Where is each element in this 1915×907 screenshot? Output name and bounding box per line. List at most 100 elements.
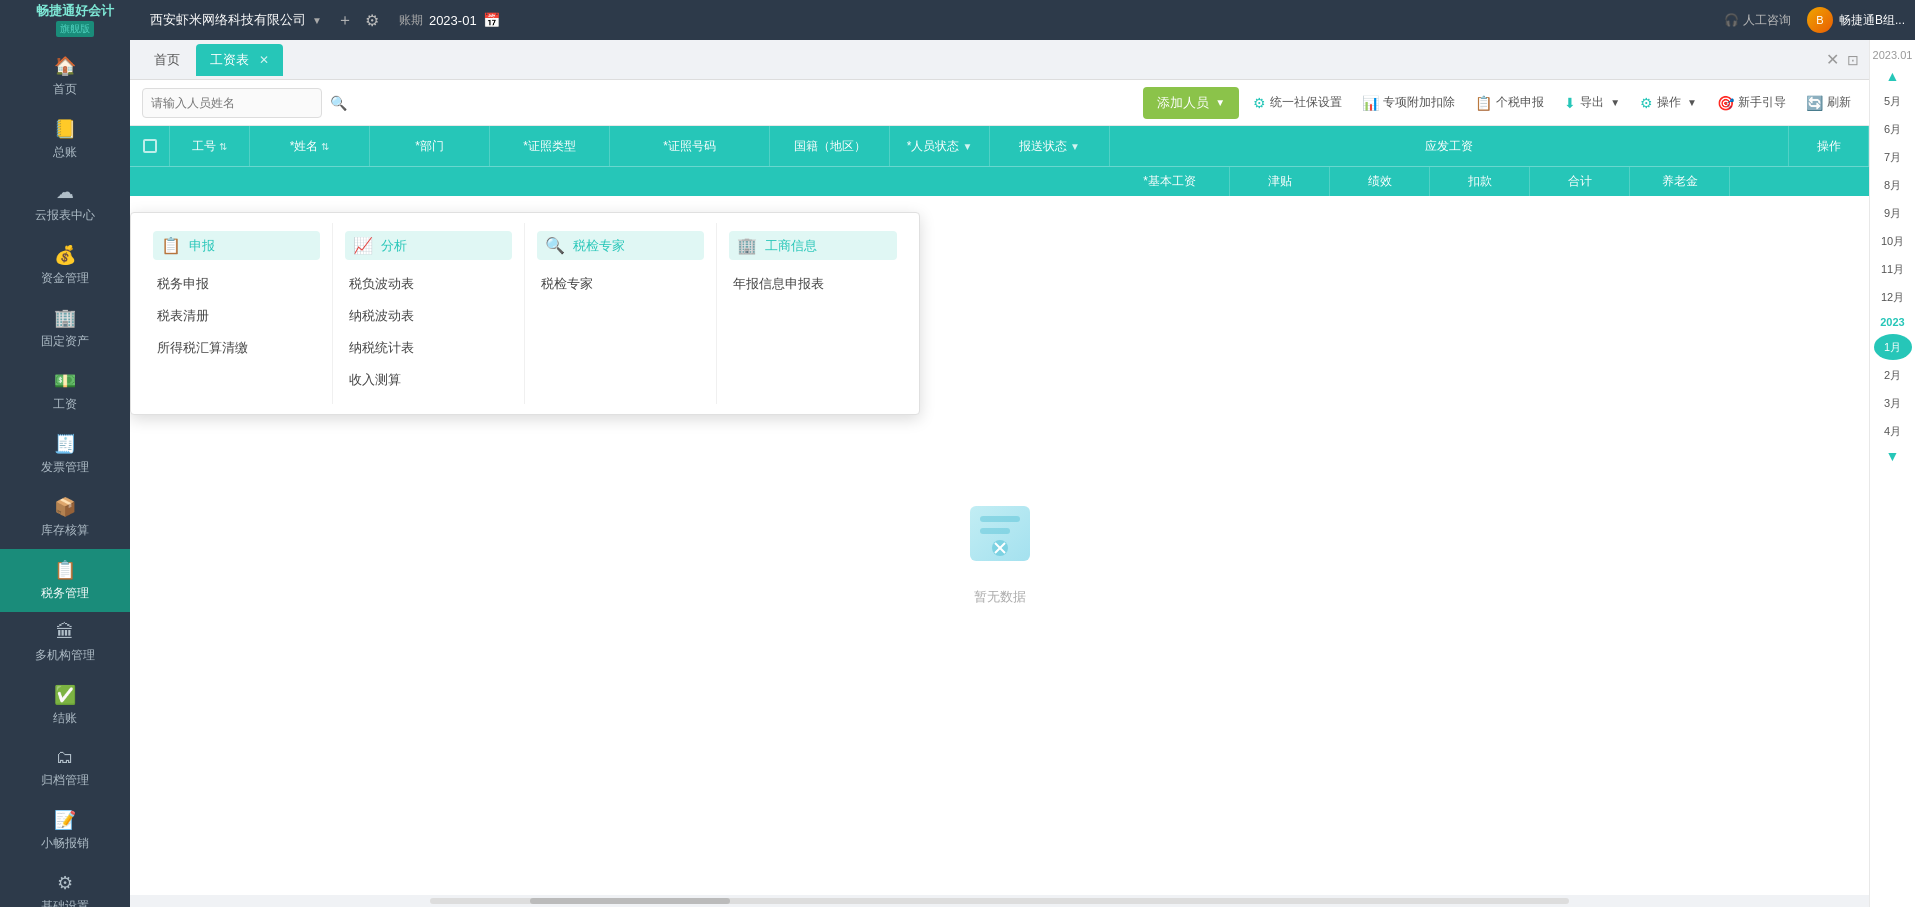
top-header: 畅捷通好会计 旗舰版 西安虾米网络科技有限公司 ▼ ＋ ⚙ 账期 2023-01… bbox=[0, 0, 1915, 40]
sidebar-item-close[interactable]: ✅ 结账 bbox=[0, 674, 130, 737]
business-icon: 🏢 bbox=[737, 236, 757, 255]
logo-area: 畅捷通好会计 旗舰版 bbox=[10, 3, 140, 37]
toolbar-refresh[interactable]: 🔄 刷新 bbox=[1800, 94, 1857, 111]
menu-item-tax-burden[interactable]: 税负波动表 bbox=[345, 268, 512, 300]
filter-icon-report[interactable]: ▼ bbox=[1070, 141, 1080, 152]
search-icon[interactable]: 🔍 bbox=[330, 95, 347, 111]
support-button[interactable]: 🎧 人工咨询 bbox=[1724, 12, 1791, 29]
special-deduction-label: 专项附加扣除 bbox=[1383, 94, 1455, 111]
user-area[interactable]: B 畅捷通B组... bbox=[1807, 7, 1905, 33]
menu-item-tax-expert[interactable]: 税检专家 bbox=[537, 268, 704, 300]
sidebar-item-tax[interactable]: 📋 税务管理 bbox=[0, 549, 130, 612]
search-input[interactable] bbox=[142, 88, 322, 118]
menu-item-tax-filing[interactable]: 税务申报 bbox=[153, 268, 320, 300]
scrollbar-thumb[interactable] bbox=[530, 898, 730, 904]
time-nav-up[interactable]: ▲ bbox=[1883, 65, 1903, 87]
scrollbar-track bbox=[430, 898, 1569, 904]
time-month-3[interactable]: 3月 bbox=[1874, 390, 1912, 416]
time-month-11[interactable]: 11月 bbox=[1874, 256, 1912, 282]
table-header-row1: 工号 ⇅ *姓名 ⇅ *部门 *证照类型 *证照号码 国籍（地区） bbox=[130, 126, 1869, 166]
select-all-checkbox[interactable] bbox=[143, 139, 157, 153]
sidebar-item-basic[interactable]: ⚙ 基础设置 bbox=[0, 862, 130, 907]
sidebar-item-salary[interactable]: 💵 工资 bbox=[0, 360, 130, 423]
cloud-icon: ☁ bbox=[56, 181, 74, 203]
th-checkbox[interactable] bbox=[130, 126, 170, 166]
menu-item-tax-list[interactable]: 税表清册 bbox=[153, 300, 320, 332]
th-dept: *部门 bbox=[370, 126, 490, 166]
toolbar-operations[interactable]: ⚙ 操作 ▼ bbox=[1634, 94, 1703, 111]
add-btn-chevron-icon: ▼ bbox=[1215, 97, 1225, 108]
time-month-6[interactable]: 6月 bbox=[1874, 116, 1912, 142]
company-selector[interactable]: 西安虾米网络科技有限公司 ▼ bbox=[150, 11, 322, 29]
time-nav-down[interactable]: ▼ bbox=[1883, 445, 1903, 467]
time-month-7[interactable]: 7月 bbox=[1874, 144, 1912, 170]
filter-icon-status[interactable]: ▼ bbox=[962, 141, 972, 152]
window-maximize-icon[interactable]: ⊡ bbox=[1847, 52, 1859, 68]
menu-item-annual-settlement[interactable]: 所得税汇算清缴 bbox=[153, 332, 320, 364]
app-subtitle: 旗舰版 bbox=[56, 21, 94, 37]
time-month-2[interactable]: 2月 bbox=[1874, 362, 1912, 388]
period-label: 账期 bbox=[399, 12, 423, 29]
time-month-12[interactable]: 12月 bbox=[1874, 284, 1912, 310]
sidebar: 🏠 首页 📒 总账 ☁ 云报表中心 💰 资金管理 🏢 固定资产 💵 工资 🧾 发… bbox=[0, 40, 130, 907]
sidebar-item-cloud[interactable]: ☁ 云报表中心 bbox=[0, 171, 130, 234]
dropdown-menu[interactable]: 📋 申报 税务申报 税表清册 所得税汇算清缴 bbox=[130, 212, 920, 415]
menu-item-income-estimate[interactable]: 收入测算 bbox=[345, 364, 512, 396]
menu-item-annual-report[interactable]: 年报信息申报表 bbox=[729, 268, 897, 300]
time-month-1-active[interactable]: 1月 bbox=[1874, 334, 1912, 360]
sidebar-item-inventory[interactable]: 📦 库存核算 bbox=[0, 486, 130, 549]
operations-chevron-icon: ▼ bbox=[1687, 97, 1697, 108]
expert-title: 税检专家 bbox=[573, 237, 625, 255]
main-layout: 🏠 首页 📒 总账 ☁ 云报表中心 💰 资金管理 🏢 固定资产 💵 工资 🧾 发… bbox=[0, 40, 1915, 907]
th-total: 合计 bbox=[1530, 167, 1630, 196]
declaration-icon: 📋 bbox=[161, 236, 181, 255]
content-area: 首页 工资表 ✕ ✕ ⊡ 🔍 添加人员 ▼ ⚙ 统一社保设置 bbox=[130, 40, 1869, 907]
add-person-button[interactable]: 添加人员 ▼ bbox=[1143, 87, 1239, 119]
sidebar-item-invoice[interactable]: 🧾 发票管理 bbox=[0, 423, 130, 486]
sidebar-item-fund[interactable]: 💰 资金管理 bbox=[0, 234, 130, 297]
sidebar-item-expense[interactable]: 📝 小畅报销 bbox=[0, 799, 130, 862]
settings-icon[interactable]: ⚙ bbox=[365, 11, 379, 30]
menu-item-tax-stats[interactable]: 纳税统计表 bbox=[345, 332, 512, 364]
time-month-4[interactable]: 4月 bbox=[1874, 418, 1912, 444]
section-header-business: 🏢 工商信息 bbox=[729, 231, 897, 260]
company-name: 西安虾米网络科技有限公司 bbox=[150, 11, 306, 29]
menu-item-tax-wave[interactable]: 纳税波动表 bbox=[345, 300, 512, 332]
company-chevron-icon: ▼ bbox=[312, 15, 322, 26]
sidebar-label-ledger: 总账 bbox=[53, 144, 77, 161]
th-name: *姓名 ⇅ bbox=[250, 126, 370, 166]
toolbar-tax-filing[interactable]: 📋 个税申报 bbox=[1469, 94, 1550, 111]
calendar-icon[interactable]: 📅 bbox=[483, 12, 500, 28]
section-header-analysis: 📈 分析 bbox=[345, 231, 512, 260]
toolbar-social-insurance[interactable]: ⚙ 统一社保设置 bbox=[1247, 94, 1348, 111]
toolbar-export[interactable]: ⬇ 导出 ▼ bbox=[1558, 94, 1626, 111]
sidebar-label-assets: 固定资产 bbox=[41, 333, 89, 350]
th-num: 工号 ⇅ bbox=[170, 126, 250, 166]
sidebar-item-ledger[interactable]: 📒 总账 bbox=[0, 108, 130, 171]
app-title: 畅捷通好会计 bbox=[36, 3, 114, 19]
th-nation: 国籍（地区） bbox=[770, 126, 890, 166]
window-close-icon[interactable]: ✕ bbox=[1826, 50, 1839, 69]
sidebar-item-archive[interactable]: 🗂 归档管理 bbox=[0, 737, 130, 799]
ledger-icon: 📒 bbox=[54, 118, 76, 140]
time-month-10[interactable]: 10月 bbox=[1874, 228, 1912, 254]
tab-close-icon[interactable]: ✕ bbox=[259, 53, 269, 67]
sidebar-item-assets[interactable]: 🏢 固定资产 bbox=[0, 297, 130, 360]
header-right: 🎧 人工咨询 B 畅捷通B组... bbox=[1724, 7, 1905, 33]
refresh-label: 刷新 bbox=[1827, 94, 1851, 111]
time-month-8[interactable]: 8月 bbox=[1874, 172, 1912, 198]
menu-section-analysis: 📈 分析 税负波动表 纳税波动表 纳税统计表 收入 bbox=[333, 223, 525, 404]
sidebar-label-cloud: 云报表中心 bbox=[35, 207, 95, 224]
toolbar-guide[interactable]: 🎯 新手引导 bbox=[1711, 94, 1792, 111]
time-month-5[interactable]: 5月 bbox=[1874, 88, 1912, 114]
tab-salary[interactable]: 工资表 ✕ bbox=[196, 44, 283, 76]
time-month-9[interactable]: 9月 bbox=[1874, 200, 1912, 226]
tab-home[interactable]: 首页 bbox=[140, 44, 194, 76]
horizontal-scrollbar[interactable] bbox=[130, 895, 1869, 907]
sidebar-label-invoice: 发票管理 bbox=[41, 459, 89, 476]
guide-toolbar-icon: 🎯 bbox=[1717, 95, 1734, 111]
sidebar-item-multi[interactable]: 🏛 多机构管理 bbox=[0, 612, 130, 674]
add-company-icon[interactable]: ＋ bbox=[337, 10, 353, 31]
toolbar-special-deduction[interactable]: 📊 专项附加扣除 bbox=[1356, 94, 1461, 111]
sidebar-item-home[interactable]: 🏠 首页 bbox=[0, 45, 130, 108]
